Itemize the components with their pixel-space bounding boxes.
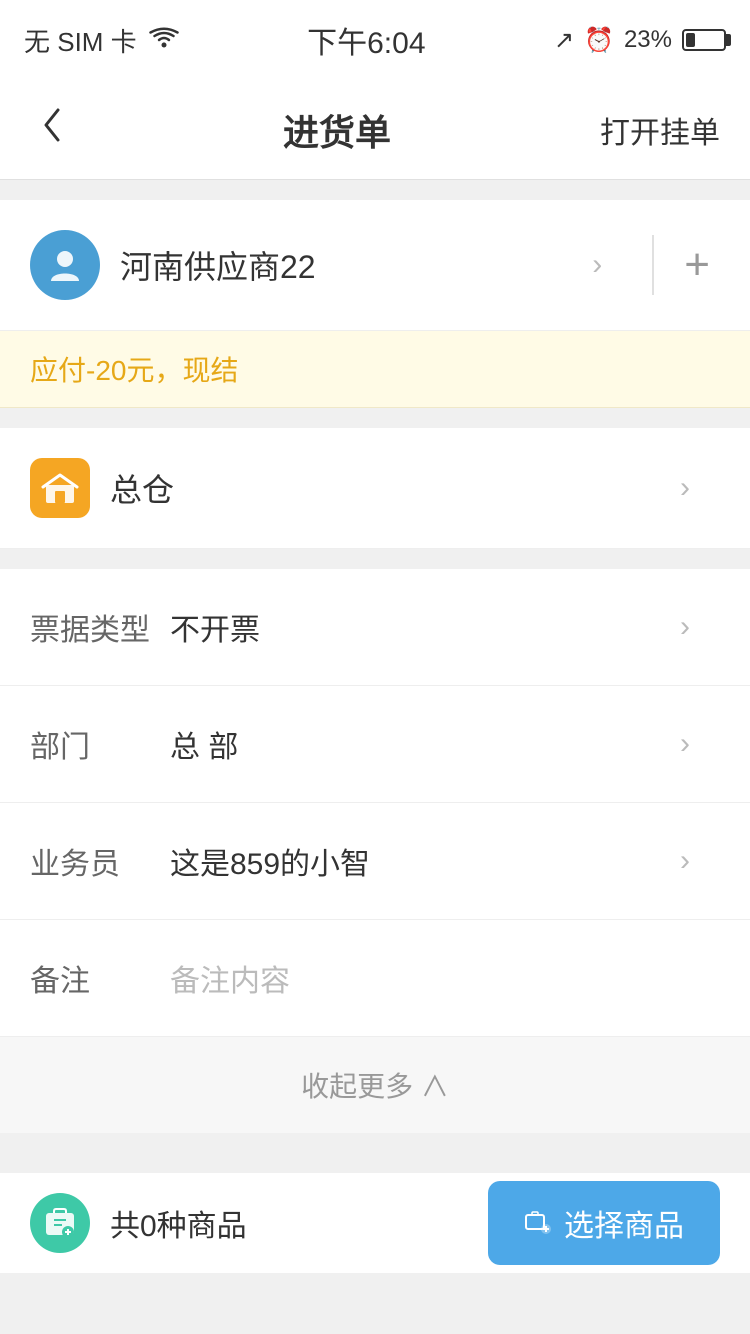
page-title: 进货单 <box>283 104 391 156</box>
supplier-name: 河南供应商22 <box>120 242 592 288</box>
bottom-bar: 共0种商品 选择商品 <box>0 1173 750 1273</box>
add-supplier-button[interactable]: + <box>674 240 720 290</box>
warehouse-card: 总仓 › <box>0 428 750 549</box>
department-label: 部门 <box>30 722 170 766</box>
department-row[interactable]: 部门 总 部 › <box>0 686 750 803</box>
warehouse-name: 总仓 <box>110 465 680 511</box>
notice-bar: 应付-20元，现结 <box>0 331 750 408</box>
invoice-type-chevron-icon: › <box>680 610 690 644</box>
invoice-type-row[interactable]: 票据类型 不开票 › <box>0 569 750 686</box>
salesperson-label: 业务员 <box>30 839 170 883</box>
battery-icon <box>682 29 726 51</box>
form-card: 票据类型 不开票 › 部门 总 部 › 业务员 这是859的小智 › 备注 备注… <box>0 569 750 1037</box>
salesperson-row[interactable]: 业务员 这是859的小智 › <box>0 803 750 920</box>
invoice-type-label: 票据类型 <box>30 605 170 649</box>
salesperson-chevron-icon: › <box>680 844 690 878</box>
section-gap-3 <box>0 549 750 569</box>
supplier-card: 河南供应商22 › + 应付-20元，现结 <box>0 200 750 408</box>
back-button[interactable] <box>30 95 74 165</box>
salesperson-value: 这是859的小智 <box>170 839 680 883</box>
time-label: 下午6:04 <box>307 18 425 62</box>
warehouse-chevron-icon: › <box>680 471 690 505</box>
open-pending-button[interactable]: 打开挂单 <box>600 108 720 152</box>
nav-bar: 进货单 打开挂单 <box>0 80 750 180</box>
collapse-row[interactable]: 收起更多 ∧ <box>0 1037 750 1133</box>
status-right: ↗ ⏰ 23% <box>554 26 726 55</box>
remark-label: 备注 <box>30 956 170 1000</box>
select-product-button[interactable]: 选择商品 <box>488 1181 720 1265</box>
section-gap-2 <box>0 408 750 428</box>
battery-percent: 23% <box>624 26 672 54</box>
alarm-icon: ⏰ <box>584 26 614 55</box>
product-count-label: 共0种商品 <box>110 1201 488 1245</box>
wifi-icon <box>149 26 179 55</box>
select-product-label: 选择商品 <box>564 1201 684 1245</box>
supplier-row[interactable]: 河南供应商22 › + <box>0 200 750 331</box>
invoice-type-value: 不开票 <box>170 605 680 649</box>
supplier-chevron-icon: › <box>592 248 602 282</box>
department-value: 总 部 <box>170 722 680 766</box>
remark-input[interactable]: 备注内容 <box>170 956 720 1000</box>
warehouse-row[interactable]: 总仓 › <box>0 428 750 549</box>
supplier-avatar <box>30 230 100 300</box>
status-bar: 无 SIM 卡 下午6:04 ↗ ⏰ 23% <box>0 0 750 80</box>
warehouse-icon <box>30 458 90 518</box>
supplier-divider <box>652 235 654 295</box>
department-chevron-icon: › <box>680 727 690 761</box>
remark-row[interactable]: 备注 备注内容 <box>0 920 750 1037</box>
status-left: 无 SIM 卡 <box>24 22 179 59</box>
location-icon: ↗ <box>554 26 574 55</box>
carrier-label: 无 SIM 卡 <box>24 22 137 59</box>
product-icon <box>30 1193 90 1253</box>
section-gap-4 <box>0 1133 750 1153</box>
section-gap-1 <box>0 180 750 200</box>
